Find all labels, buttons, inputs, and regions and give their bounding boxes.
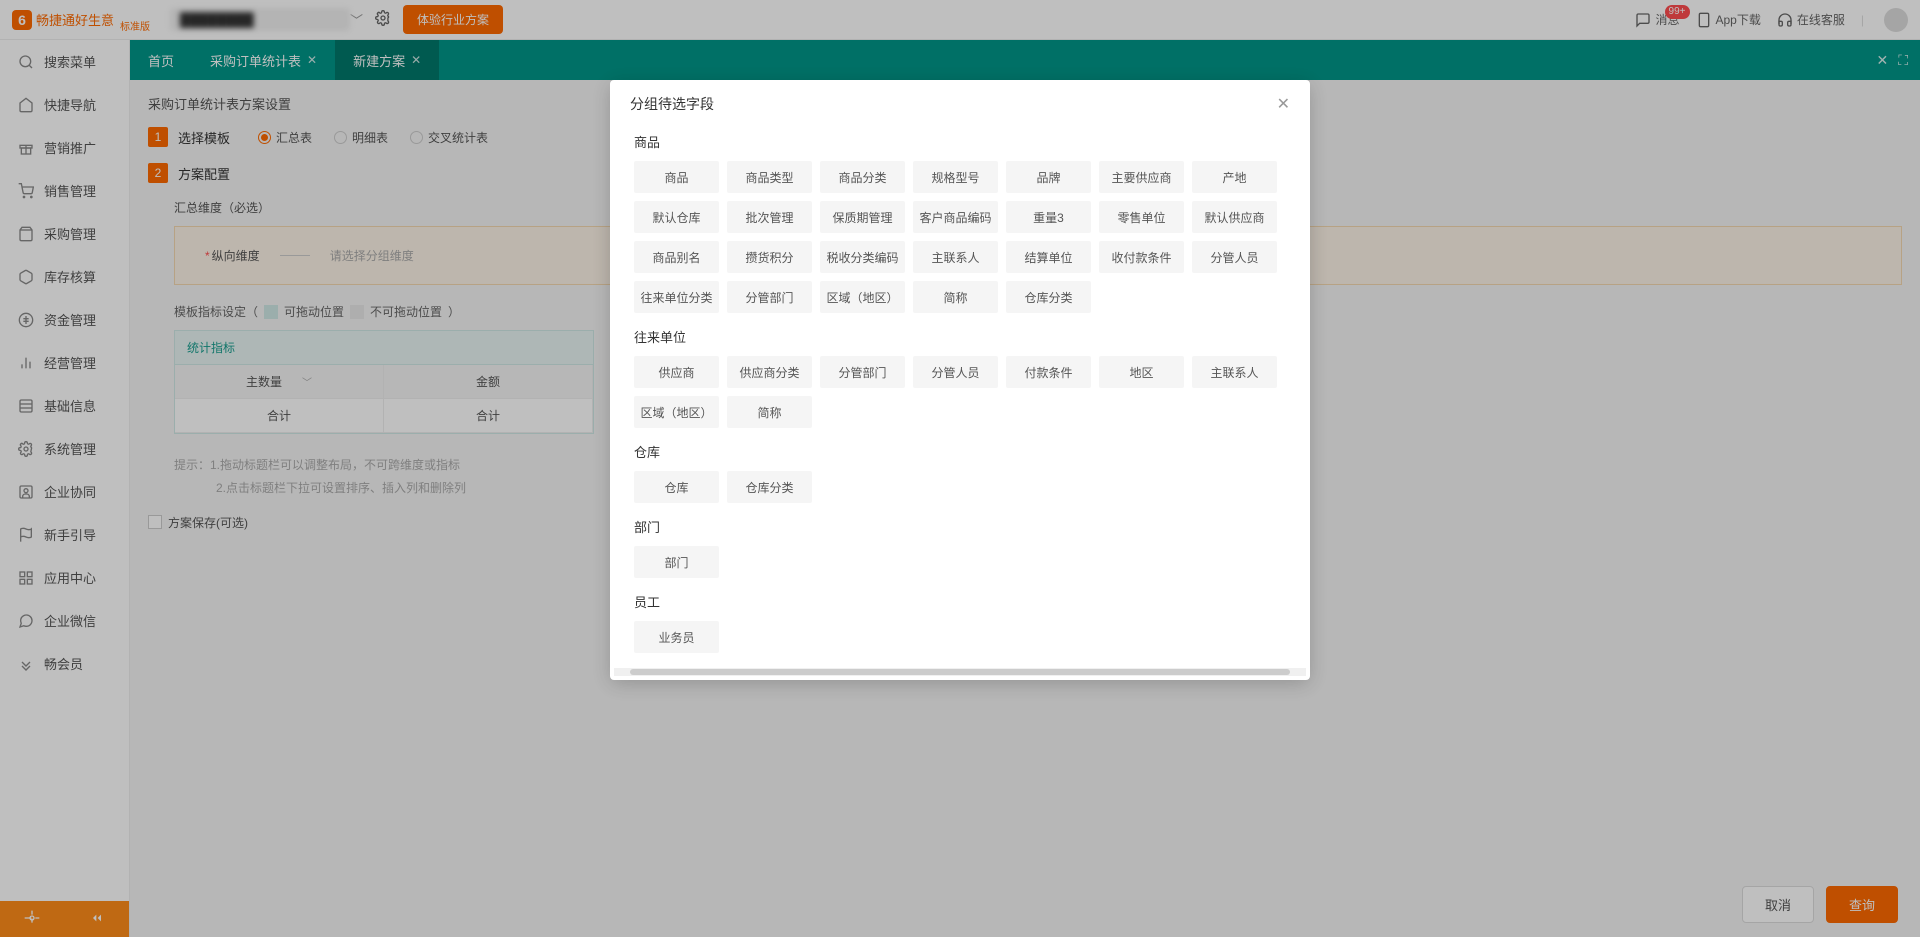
- field-chip[interactable]: 区域（地区）: [820, 281, 905, 313]
- modal-overlay[interactable]: 分组待选字段 ✕ 商品商品商品类型商品分类规格型号品牌主要供应商产地默认仓库批次…: [0, 0, 1920, 937]
- field-chip[interactable]: 供应商: [634, 356, 719, 388]
- group-title: 仓库: [634, 442, 1286, 461]
- field-chip[interactable]: 往来单位分类: [634, 281, 719, 313]
- field-chip[interactable]: 商品: [634, 161, 719, 193]
- field-chip[interactable]: 默认仓库: [634, 201, 719, 233]
- group-title: 部门: [634, 517, 1286, 536]
- field-chip[interactable]: 简称: [913, 281, 998, 313]
- field-chip[interactable]: 攒货积分: [727, 241, 812, 273]
- field-chip[interactable]: 部门: [634, 546, 719, 578]
- close-icon[interactable]: ✕: [1277, 94, 1290, 114]
- field-chip[interactable]: 规格型号: [913, 161, 998, 193]
- field-selector-modal: 分组待选字段 ✕ 商品商品商品类型商品分类规格型号品牌主要供应商产地默认仓库批次…: [610, 80, 1310, 680]
- field-group-4: 员工业务员: [634, 592, 1286, 653]
- field-chip[interactable]: 仓库: [634, 471, 719, 503]
- field-chip[interactable]: 供应商分类: [727, 356, 812, 388]
- field-chip[interactable]: 付款条件: [1006, 356, 1091, 388]
- field-chip[interactable]: 地区: [1099, 356, 1184, 388]
- field-chip[interactable]: 仓库分类: [1006, 281, 1091, 313]
- group-title: 员工: [634, 592, 1286, 611]
- field-group-1: 往来单位供应商供应商分类分管部门分管人员付款条件地区主联系人区域（地区）简称: [634, 327, 1286, 428]
- group-title: 往来单位: [634, 327, 1286, 346]
- field-chip[interactable]: 客户商品编码: [913, 201, 998, 233]
- field-chip[interactable]: 商品类型: [727, 161, 812, 193]
- field-chip[interactable]: 分管部门: [820, 356, 905, 388]
- group-title: 商品: [634, 132, 1286, 151]
- field-chip[interactable]: 批次管理: [727, 201, 812, 233]
- field-chip[interactable]: 产地: [1192, 161, 1277, 193]
- modal-title: 分组待选字段: [630, 94, 714, 114]
- field-chip[interactable]: 重量3: [1006, 201, 1091, 233]
- field-chip[interactable]: 分管部门: [727, 281, 812, 313]
- field-chip[interactable]: 区域（地区）: [634, 396, 719, 428]
- field-chip[interactable]: 保质期管理: [820, 201, 905, 233]
- field-chip[interactable]: 主要供应商: [1099, 161, 1184, 193]
- field-chip[interactable]: 分管人员: [1192, 241, 1277, 273]
- field-chip[interactable]: 税收分类编码: [820, 241, 905, 273]
- field-chip[interactable]: 品牌: [1006, 161, 1091, 193]
- field-chip[interactable]: 结算单位: [1006, 241, 1091, 273]
- field-chip[interactable]: 分管人员: [913, 356, 998, 388]
- field-chip[interactable]: 零售单位: [1099, 201, 1184, 233]
- field-chip[interactable]: 仓库分类: [727, 471, 812, 503]
- field-group-2: 仓库仓库仓库分类: [634, 442, 1286, 503]
- modal-body: 商品商品商品类型商品分类规格型号品牌主要供应商产地默认仓库批次管理保质期管理客户…: [610, 128, 1310, 668]
- field-chip[interactable]: 主联系人: [913, 241, 998, 273]
- field-chip[interactable]: 商品别名: [634, 241, 719, 273]
- field-chip[interactable]: 默认供应商: [1192, 201, 1277, 233]
- field-group-3: 部门部门: [634, 517, 1286, 578]
- field-chip[interactable]: 商品分类: [820, 161, 905, 193]
- modal-header: 分组待选字段 ✕: [610, 80, 1310, 128]
- field-chip[interactable]: 业务员: [634, 621, 719, 653]
- field-chip[interactable]: 收付款条件: [1099, 241, 1184, 273]
- field-chip[interactable]: 简称: [727, 396, 812, 428]
- field-group-0: 商品商品商品类型商品分类规格型号品牌主要供应商产地默认仓库批次管理保质期管理客户…: [634, 132, 1286, 313]
- modal-horizontal-scrollbar[interactable]: [614, 668, 1306, 676]
- field-chip[interactable]: 主联系人: [1192, 356, 1277, 388]
